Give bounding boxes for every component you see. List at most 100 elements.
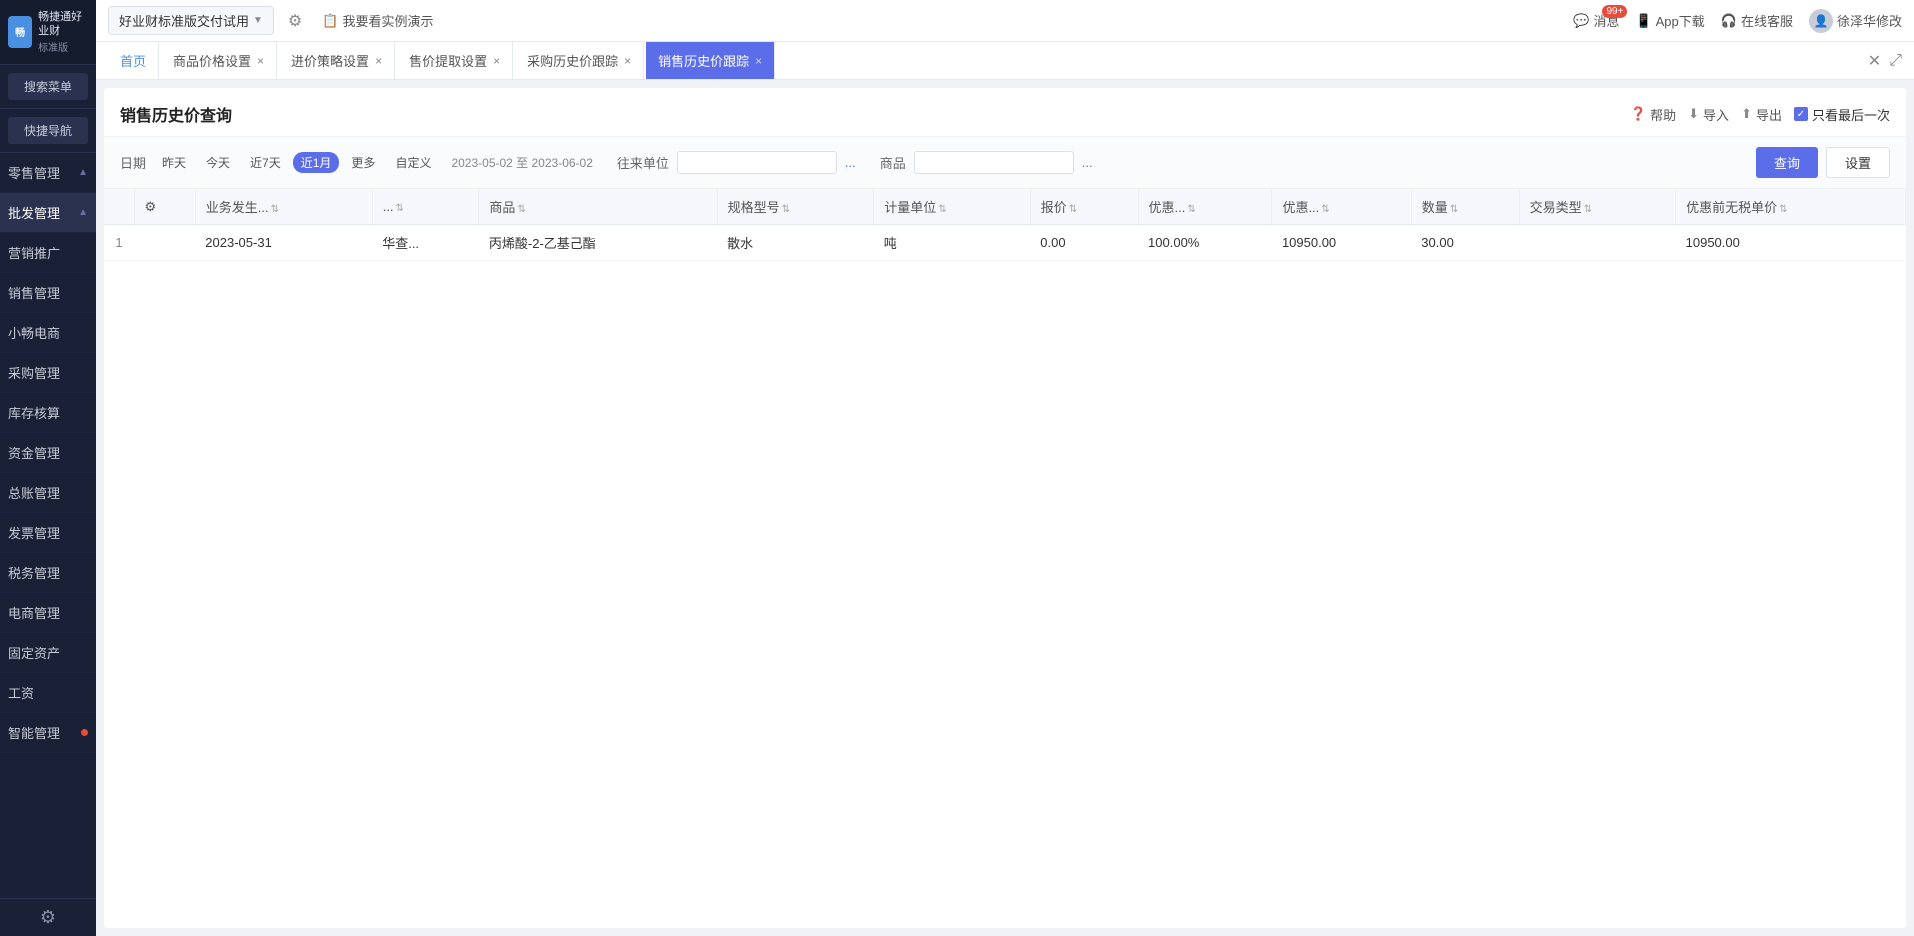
sidebar-item-13[interactable]: 工资 [0,673,96,713]
sort-icon[interactable]: ⇅ [1584,204,1592,215]
gear-icon[interactable]: ⚙ [145,199,157,214]
sidebar-item-label: 发票管理 [8,523,60,542]
sidebar-bottom: ⚙ [0,898,96,936]
app-download-button[interactable]: 📱 App下载 [1635,11,1704,30]
from-unit-input[interactable] [677,151,837,174]
col-tx_type[interactable]: 交易类型⇅ [1519,189,1676,225]
date-option-5[interactable]: 自定义 [387,152,439,173]
col-label: 优惠... [1282,200,1319,215]
sidebar-item-10[interactable]: 税务管理 [0,553,96,593]
help-button[interactable]: ❓ 帮助 [1630,105,1676,124]
sort-icon[interactable]: ⇅ [1779,204,1787,215]
date-option-1[interactable]: 今天 [198,152,238,173]
user-profile-button[interactable]: 👤 徐泽华修改 [1809,9,1902,33]
sidebar-item-14[interactable]: 智能管理 [0,713,96,753]
date-option-0[interactable]: 昨天 [154,152,194,173]
only-last-checkbox[interactable]: ✓ 只看最后一次 [1794,105,1890,124]
date-options: 昨天今天近7天近1月更多自定义 [154,152,439,173]
product-filter-group: 商品 ... [880,151,1093,174]
col-label: 规格型号 [728,200,780,215]
messages-button[interactable]: 💬 消息 99+ [1573,11,1619,30]
date-option-4[interactable]: 更多 [343,152,383,173]
quick-nav-button[interactable]: 快捷导航 [8,117,88,144]
date-option-3[interactable]: 近1月 [293,152,340,173]
tab-2[interactable]: 进价策略设置× [279,42,395,80]
tab-close-icon[interactable]: × [624,54,631,68]
tab-label: 销售历史价跟踪 [658,51,749,70]
from-unit-more-button[interactable]: ... [845,155,856,170]
sort-icon[interactable]: ⇅ [938,204,946,215]
date-option-2[interactable]: 近7天 [242,152,289,173]
app-download-icon: 📱 [1635,13,1651,29]
sidebar-item-9[interactable]: 发票管理 [0,513,96,553]
version-selector[interactable]: 好业财标准版交付试用 ▼ [108,6,274,35]
sidebar-item-2[interactable]: 营销推广 [0,233,96,273]
col-product[interactable]: 商品⇅ [479,189,717,225]
cell-more1: 华查... [372,225,479,261]
sidebar-item-label: 智能管理 [8,723,60,742]
col-spec[interactable]: 规格型号⇅ [717,189,874,225]
col-pretax_price[interactable]: 优惠前无税单价⇅ [1676,189,1906,225]
sidebar-item-8[interactable]: 总账管理 [0,473,96,513]
user-name: 徐泽华修改 [1837,11,1902,30]
col-biz_date[interactable]: 业务发生...⇅ [195,189,372,225]
tab-4[interactable]: 采购历史价跟踪× [515,42,644,80]
col-label: 业务发生... [206,200,269,215]
tab-close-icon[interactable]: × [493,54,500,68]
sidebar-item-4[interactable]: 小畅电商 [0,313,96,353]
sidebar-item-6[interactable]: 库存核算 [0,393,96,433]
col-label: 商品 [489,200,515,215]
sort-icon[interactable]: ⇅ [271,204,279,215]
col-discount2[interactable]: 优惠...⇅ [1272,189,1411,225]
col-label: 交易类型 [1530,200,1582,215]
app-download-label: App下载 [1656,11,1705,30]
online-service-button[interactable]: 🎧 在线客服 [1721,11,1793,30]
filter-settings-button[interactable]: 设置 [1826,147,1890,178]
import-button[interactable]: ⬇ 导入 [1688,105,1729,124]
sidebar-item-5[interactable]: 采购管理 [0,353,96,393]
sidebar-gear-icon[interactable]: ⚙ [8,907,88,928]
sort-icon[interactable]: ⇅ [1321,204,1329,215]
sidebar-item-7[interactable]: 资金管理 [0,433,96,473]
product-input[interactable] [914,151,1074,174]
sort-icon[interactable]: ⇅ [1069,204,1077,215]
sidebar-item-label: 固定资产 [8,643,60,662]
tab-3[interactable]: 售价提取设置 × [397,42,513,80]
export-button[interactable]: ⬆ 导出 [1741,105,1782,124]
col-qty[interactable]: 数量⇅ [1411,189,1519,225]
sort-icon[interactable]: ⇅ [782,204,790,215]
tab-close-icon[interactable]: × [375,54,382,68]
tab-1[interactable]: 商品价格设置× [161,42,277,80]
tab-label: 售价提取设置 [409,51,487,70]
demo-button[interactable]: 📋 我要看实例演示 [322,11,433,30]
sort-icon[interactable]: ⇅ [517,204,525,215]
tab-5[interactable]: 销售历史价跟踪 × [646,42,775,80]
sort-icon[interactable]: ⇅ [396,203,404,214]
query-button[interactable]: 查询 [1756,147,1818,178]
topbar-right: 💬 消息 99+ 📱 App下载 🎧 在线客服 👤 徐泽华修改 [1573,9,1902,33]
tab-close-icon[interactable]: × [257,54,264,68]
col-unit[interactable]: 计量单位⇅ [874,189,1031,225]
sidebar-item-0[interactable]: 零售管理▲ [0,153,96,193]
sidebar-item-1[interactable]: 批发管理▲ [0,193,96,233]
table-row[interactable]: 12023-05-31华查...丙烯酸-2-乙基己酯散水吨0.00100.00%… [104,225,1906,261]
date-filter-label: 日期 [120,153,146,172]
tab-0[interactable]: 首页 [108,42,159,80]
sidebar-item-12[interactable]: 固定资产 [0,633,96,673]
tabbar-close-icon[interactable]: ✕ [1868,51,1881,71]
sidebar-item-11[interactable]: 电商管理 [0,593,96,633]
search-menu-button[interactable]: 搜索菜单 [8,73,88,100]
col-more1[interactable]: ...⇅ [372,189,479,225]
topbar-settings-button[interactable]: ⚙ [284,7,306,35]
sidebar-item-3[interactable]: 销售管理 [0,273,96,313]
sidebar-item-label: 营销推广 [8,243,60,262]
tabbar-expand-icon[interactable]: ⤢ [1889,52,1902,70]
col-discount1[interactable]: 优惠...⇅ [1138,189,1272,225]
sidebar-item-label: 工资 [8,683,34,702]
sidebar: 畅 畅捷通好业财 标准版 搜索菜单 快捷导航 零售管理▲批发管理▲营销推广销售管… [0,0,96,936]
sort-icon[interactable]: ⇅ [1187,204,1195,215]
tab-close-icon[interactable]: × [755,54,762,68]
product-more-button[interactable]: ... [1082,155,1093,170]
col-quote[interactable]: 报价⇅ [1030,189,1138,225]
sort-icon[interactable]: ⇅ [1450,204,1458,215]
